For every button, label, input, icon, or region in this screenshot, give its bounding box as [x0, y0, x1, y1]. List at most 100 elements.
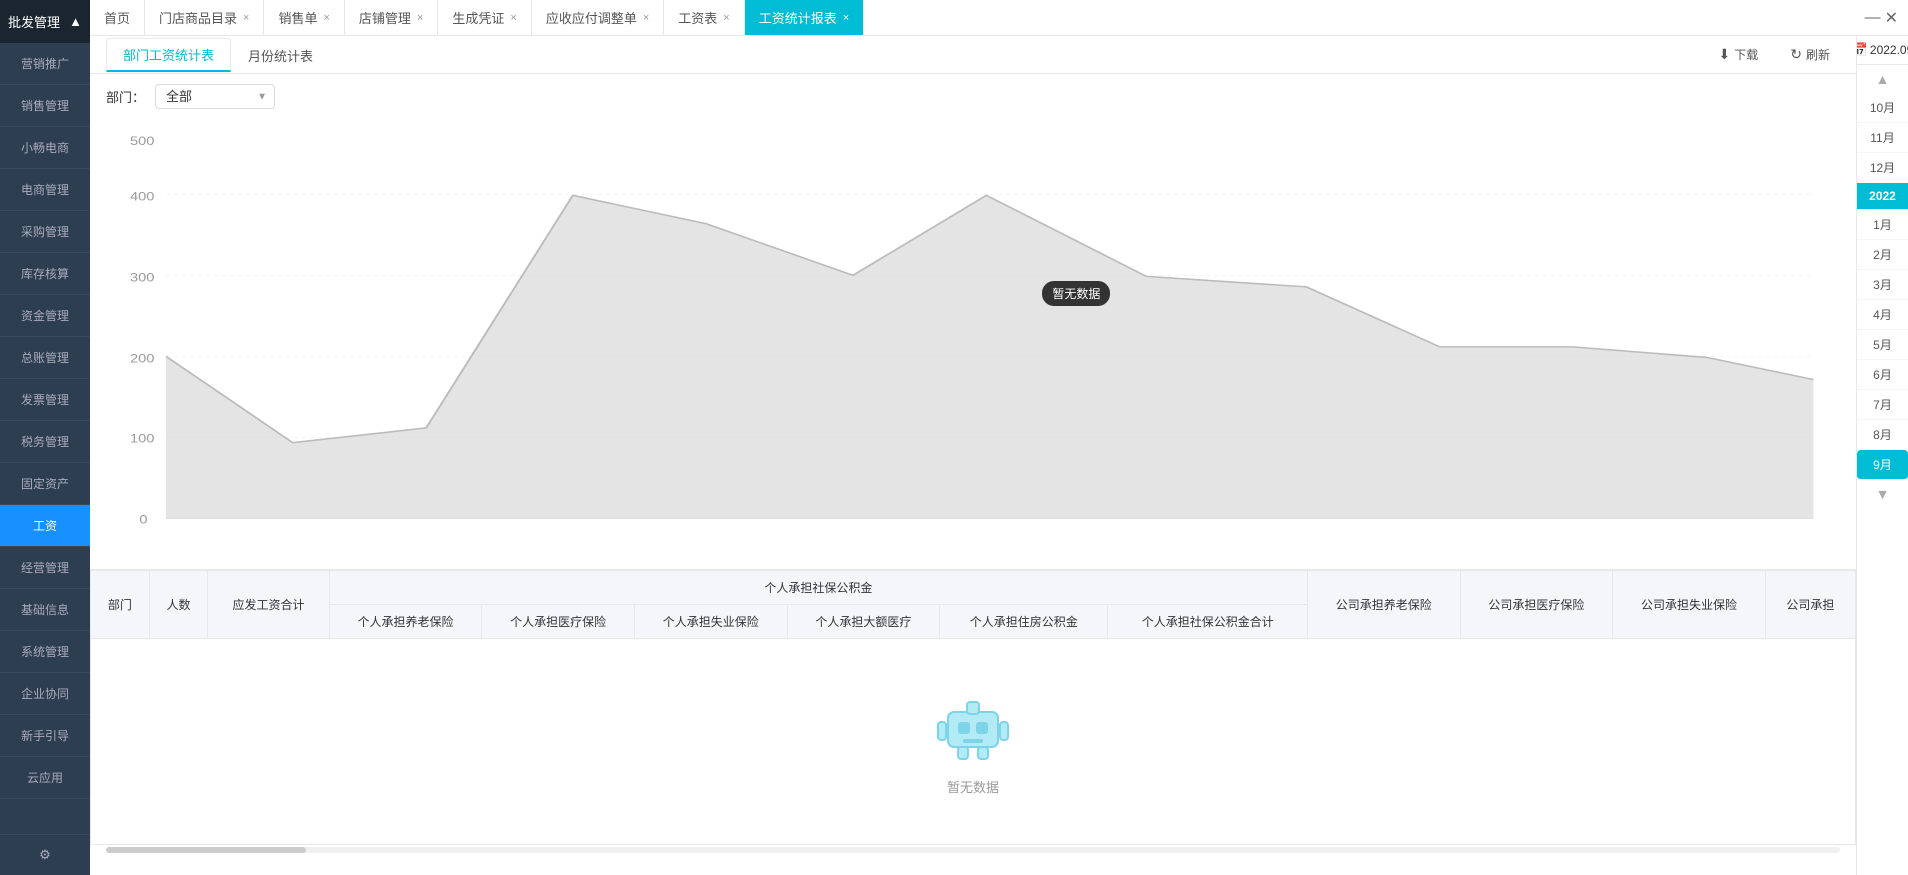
- refresh-icon: ↻: [1790, 46, 1802, 63]
- close-icon[interactable]: ×: [417, 12, 423, 24]
- sidebar-item-17[interactable]: 云应用: [0, 757, 90, 799]
- download-button[interactable]: ⬇ 下载: [1709, 42, 1769, 67]
- sidebar-item-14[interactable]: 系统管理: [0, 631, 90, 673]
- date-item-7[interactable]: 7月: [1857, 390, 1908, 420]
- sidebar-item-4[interactable]: 采购管理: [0, 211, 90, 253]
- sidebar-item-5[interactable]: 库存核算: [0, 253, 90, 295]
- empty-robot-icon: [933, 687, 1013, 767]
- date-up-arrow[interactable]: ▲: [1857, 67, 1908, 91]
- col-personal-med: 个人承担医疗保险: [482, 605, 635, 639]
- col-dept: 部门: [91, 571, 150, 639]
- close-icon[interactable]: ×: [643, 12, 649, 24]
- scrollbar-thumb[interactable]: [106, 847, 306, 853]
- sidebar-item-2[interactable]: 小畅电商: [0, 127, 90, 169]
- chart-tooltip: 暂无数据: [1042, 281, 1110, 306]
- close-icon[interactable]: ×: [510, 12, 516, 24]
- horizontal-scrollbar[interactable]: [106, 847, 1840, 853]
- tab-ar-ap[interactable]: 应收应付调整单 ×: [532, 0, 664, 36]
- empty-cell: 暂无数据: [91, 639, 1856, 845]
- table-area[interactable]: 部门 人数 应发工资合计 个人承担社保公积金 公司承担养老保险 公司承担医疗保险…: [90, 569, 1856, 875]
- date-down-arrow[interactable]: ▼: [1857, 482, 1908, 506]
- minimize-icon[interactable]: —: [1865, 9, 1881, 27]
- tab-payroll[interactable]: 工资表 ×: [664, 0, 744, 36]
- sidebar-item-11[interactable]: 工资: [0, 505, 90, 547]
- date-item-12[interactable]: 12月: [1857, 153, 1908, 183]
- data-table: 部门 人数 应发工资合计 个人承担社保公积金 公司承担养老保险 公司承担医疗保险…: [90, 570, 1856, 845]
- date-year-2022[interactable]: 2022: [1857, 183, 1908, 210]
- date-item-2[interactable]: 2月: [1857, 240, 1908, 270]
- page-content: 部门工资统计表 月份统计表 ⬇ 下载 ↻ 刷新: [90, 36, 1856, 875]
- chart-container: 0 100 200 300 400 500: [106, 129, 1840, 529]
- col-personal-housing: 个人承担住房公积金: [940, 605, 1108, 639]
- date-nav-up[interactable]: ▲: [1857, 65, 1908, 93]
- col-personal-major-med: 个人承担大额医疗: [787, 605, 940, 639]
- date-item-8[interactable]: 8月: [1857, 420, 1908, 450]
- tab-window-controls[interactable]: — ✕: [1855, 8, 1908, 28]
- sub-tab-department[interactable]: 部门工资统计表: [106, 38, 231, 72]
- sidebar: 批发管理 ▲ 营销推广 销售管理 小畅电商 电商管理 采购管理 库存核算 资金管…: [0, 0, 90, 875]
- close-icon[interactable]: ×: [723, 12, 729, 24]
- sidebar-item-0[interactable]: 营销推广: [0, 43, 90, 85]
- sidebar-toggle-icon: ▲: [69, 14, 82, 29]
- date-panel: 📅 2022.09 ▲ 10月 11月 12月 2022 1月 2月: [1856, 36, 1908, 875]
- date-item-6[interactable]: 6月: [1857, 360, 1908, 390]
- main-area: 首页 门店商品目录 × 销售单 × 店铺管理 × 生成凭证 × 应收应付调整单 …: [90, 0, 1908, 875]
- filter-row: 部门： 全部 ▼: [90, 74, 1856, 119]
- sidebar-item-15[interactable]: 企业协同: [0, 673, 90, 715]
- sub-tab-monthly[interactable]: 月份统计表: [231, 39, 330, 71]
- sidebar-item-1[interactable]: 销售管理: [0, 85, 90, 127]
- area-chart: 0 100 200 300 400 500: [106, 129, 1840, 529]
- tab-sales[interactable]: 销售单 ×: [264, 0, 344, 36]
- col-personal-unemp: 个人承担失业保险: [634, 605, 787, 639]
- sidebar-item-7[interactable]: 总账管理: [0, 337, 90, 379]
- sidebar-item-12[interactable]: 经营管理: [0, 547, 90, 589]
- date-item-5[interactable]: 5月: [1857, 330, 1908, 360]
- date-item-10[interactable]: 10月: [1857, 93, 1908, 123]
- sidebar-header[interactable]: 批发管理 ▲: [0, 0, 90, 43]
- svg-text:0: 0: [139, 513, 147, 526]
- tab-home[interactable]: 首页: [90, 0, 145, 36]
- tab-generate-voucher[interactable]: 生成凭证 ×: [438, 0, 531, 36]
- dept-select[interactable]: 全部: [155, 84, 275, 109]
- chart-area: 0 100 200 300 400 500: [90, 119, 1856, 569]
- date-item-11[interactable]: 11月: [1857, 123, 1908, 153]
- content-area: 部门工资统计表 月份统计表 ⬇ 下载 ↻ 刷新: [90, 36, 1908, 875]
- date-item-3[interactable]: 3月: [1857, 270, 1908, 300]
- svg-text:400: 400: [130, 190, 154, 203]
- date-nav-down[interactable]: ▼: [1857, 480, 1908, 508]
- top-tabs: 首页 门店商品目录 × 销售单 × 店铺管理 × 生成凭证 × 应收应付调整单 …: [90, 0, 1908, 36]
- col-total-salary: 应发工资合计: [208, 571, 329, 639]
- sidebar-item-13[interactable]: 基础信息: [0, 589, 90, 631]
- sidebar-settings[interactable]: ⚙: [0, 834, 90, 875]
- download-icon: ⬇: [1719, 46, 1731, 63]
- close-icon[interactable]: ×: [843, 12, 849, 24]
- sidebar-item-8[interactable]: 发票管理: [0, 379, 90, 421]
- sidebar-item-10[interactable]: 固定资产: [0, 463, 90, 505]
- col-company-other: 公司承担: [1765, 571, 1855, 639]
- col-company-med: 公司承担医疗保险: [1460, 571, 1613, 639]
- col-company-old: 公司承担养老保险: [1308, 571, 1461, 639]
- empty-state: 暂无数据: [101, 647, 1845, 836]
- tab-shop-mgmt[interactable]: 店铺管理 ×: [345, 0, 438, 36]
- tab-payroll-report[interactable]: 工资统计报表 ×: [745, 0, 864, 36]
- sidebar-item-3[interactable]: 电商管理: [0, 169, 90, 211]
- date-item-4[interactable]: 4月: [1857, 300, 1908, 330]
- col-personal-old: 个人承担养老保险: [329, 605, 482, 639]
- svg-text:300: 300: [130, 271, 154, 284]
- tab-store-catalog[interactable]: 门店商品目录 ×: [145, 0, 264, 36]
- empty-text: 暂无数据: [947, 777, 999, 796]
- close-icon[interactable]: ×: [243, 12, 249, 24]
- date-item-9-active[interactable]: 9月: [1857, 450, 1908, 480]
- refresh-button[interactable]: ↻ 刷新: [1780, 42, 1840, 67]
- sidebar-item-6[interactable]: 资金管理: [0, 295, 90, 337]
- close-window-icon[interactable]: ✕: [1885, 8, 1898, 28]
- filter-dept-label: 部门：: [106, 87, 145, 106]
- sidebar-item-9[interactable]: 税务管理: [0, 421, 90, 463]
- col-count: 人数: [149, 571, 208, 639]
- close-icon[interactable]: ×: [323, 12, 329, 24]
- date-icon: 📅: [1856, 42, 1868, 58]
- date-item-1[interactable]: 1月: [1857, 210, 1908, 240]
- col-personal-total: 个人承担社保公积金合计: [1108, 605, 1308, 639]
- col-group-personal: 个人承担社保公积金: [329, 571, 1307, 605]
- sidebar-item-16[interactable]: 新手引导: [0, 715, 90, 757]
